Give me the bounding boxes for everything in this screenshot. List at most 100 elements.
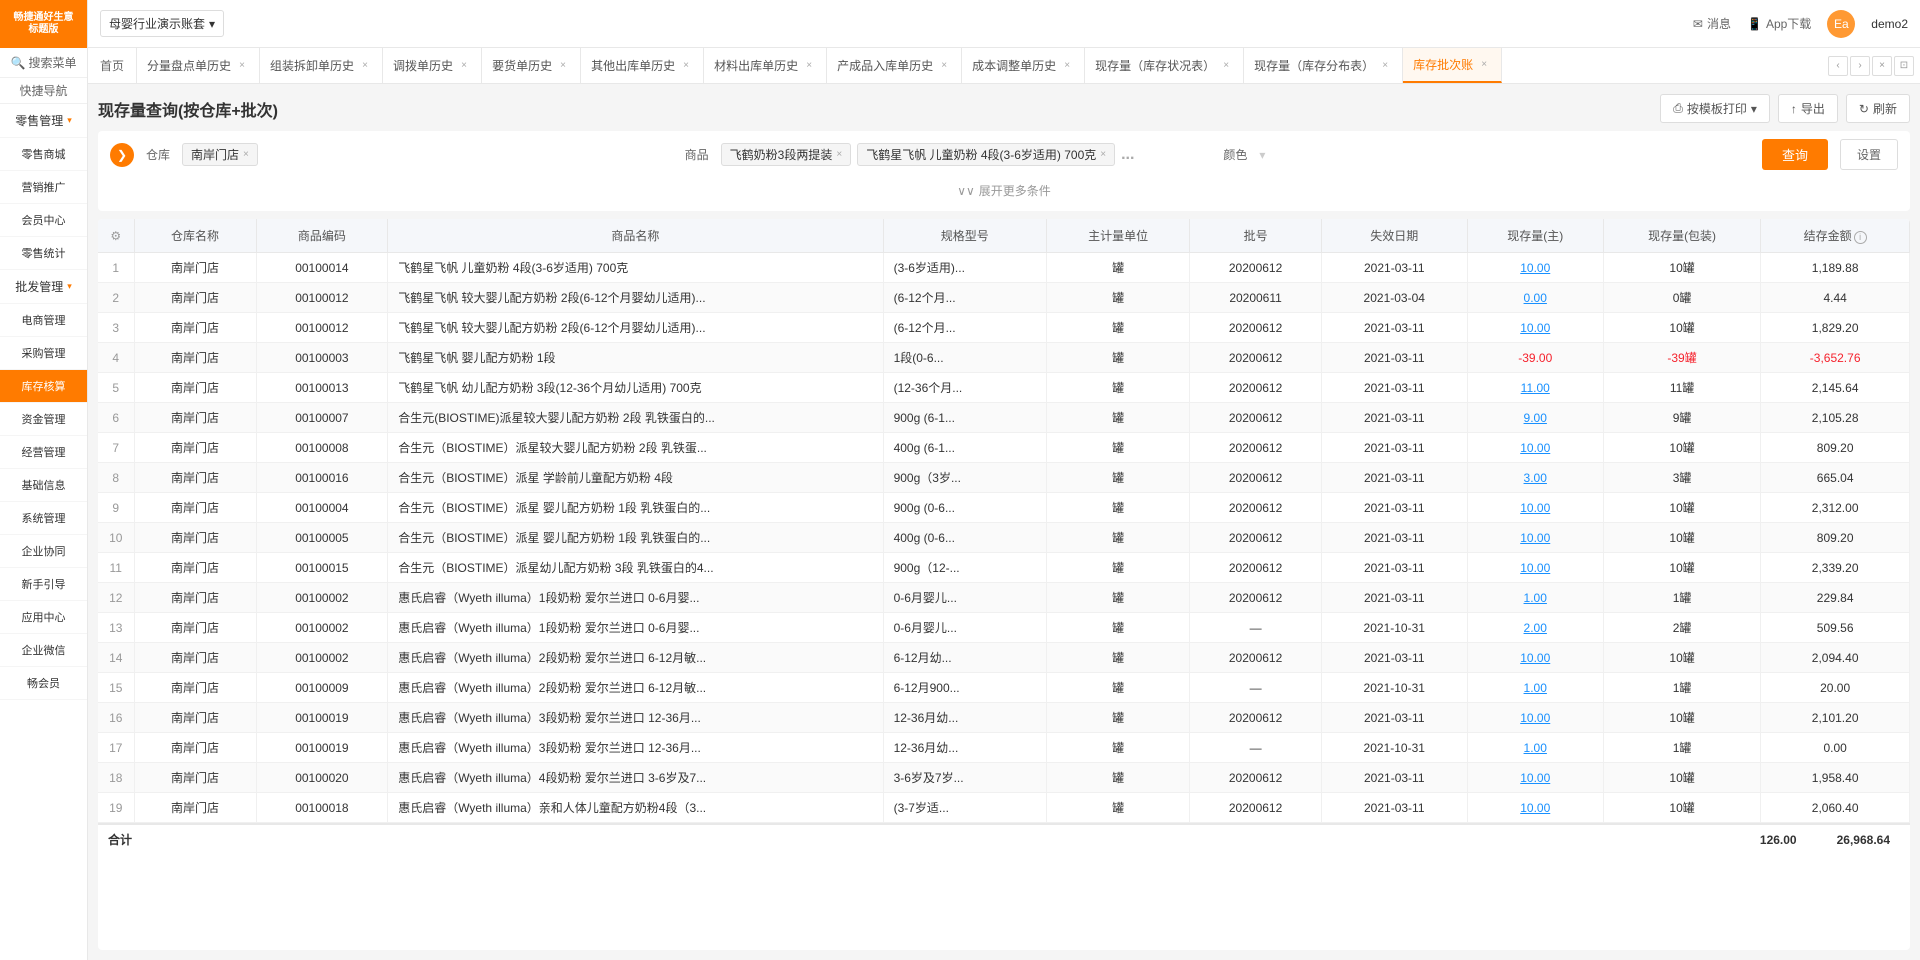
- tab-fullscreen-btn[interactable]: ⊡: [1894, 56, 1914, 76]
- cell-qty-main[interactable]: 10.00: [1467, 763, 1603, 793]
- cell-batch: 20200612: [1190, 373, 1322, 403]
- tab-prev-btn[interactable]: ‹: [1828, 56, 1848, 76]
- cell-qty-main[interactable]: 10.00: [1467, 253, 1603, 283]
- sidebar-item-system[interactable]: 系统管理: [0, 502, 87, 535]
- cell-qty-main[interactable]: 1.00: [1467, 673, 1603, 703]
- cell-qty-main[interactable]: 10.00: [1467, 793, 1603, 823]
- tab-order-close[interactable]: ×: [556, 59, 570, 73]
- product-tag-1-close[interactable]: ×: [836, 149, 842, 160]
- sidebar-item-operations[interactable]: 经营管理: [0, 436, 87, 469]
- sidebar-item-member2[interactable]: 畅会员: [0, 667, 87, 700]
- tab-next-btn[interactable]: ›: [1850, 56, 1870, 76]
- export-btn[interactable]: ↑ 导出: [1778, 94, 1838, 123]
- sidebar-item-procurement[interactable]: 采购管理: [0, 337, 87, 370]
- sidebar-item-marketing[interactable]: 营销推广: [0, 171, 87, 204]
- product-tags: 飞鹤奶粉3段两提装 × 飞鹤星飞帆 儿童奶粉 4段(3-6岁适用) 700克 ×…: [721, 143, 1212, 166]
- refresh-btn[interactable]: ↻ 刷新: [1846, 94, 1910, 123]
- cell-spec: 1段(0-6...: [883, 343, 1046, 373]
- filter-toggle-btn[interactable]: ❯: [110, 143, 134, 167]
- cell-unit: 罐: [1046, 343, 1189, 373]
- settings-col-icon[interactable]: ⚙: [110, 229, 121, 243]
- cell-qty-main[interactable]: 10.00: [1467, 523, 1603, 553]
- tab-stock2-close[interactable]: ×: [1378, 59, 1392, 73]
- cell-qty-main[interactable]: 1.00: [1467, 733, 1603, 763]
- query-btn[interactable]: 查询: [1762, 139, 1828, 170]
- tab-material-out-close[interactable]: ×: [802, 59, 816, 73]
- cell-qty-main[interactable]: 10.00: [1467, 313, 1603, 343]
- sidebar-item-enterprise-wechat[interactable]: 企业微信: [0, 634, 87, 667]
- tab-batch-close[interactable]: ×: [1477, 58, 1491, 72]
- sidebar-item-member[interactable]: 会员中心: [0, 204, 87, 237]
- cell-qty-main[interactable]: 10.00: [1467, 433, 1603, 463]
- sidebar-item-enterprise[interactable]: 企业协同: [0, 535, 87, 568]
- cell-expire: 2021-03-11: [1321, 403, 1467, 433]
- cell-qty-main[interactable]: 11.00: [1467, 373, 1603, 403]
- product-tag-2-close[interactable]: ×: [1100, 149, 1106, 160]
- template-print-btn[interactable]: ⎙ 按模板打印 ▾: [1660, 94, 1770, 123]
- sidebar-item-basicinfo[interactable]: 基础信息: [0, 469, 87, 502]
- tab-order[interactable]: 要货单历史 ×: [482, 48, 581, 83]
- quicknav-label: 快捷导航: [19, 84, 67, 98]
- cell-batch: 20200611: [1190, 283, 1322, 313]
- tab-disassemble-close[interactable]: ×: [358, 59, 372, 73]
- sidebar-item-retail-mgmt[interactable]: 零售管理 ▾: [0, 104, 87, 138]
- cell-qty-main[interactable]: 10.00: [1467, 553, 1603, 583]
- cell-qty-main[interactable]: 2.00: [1467, 613, 1603, 643]
- cell-qty-main[interactable]: 10.00: [1467, 493, 1603, 523]
- color-input[interactable]: ▾: [1259, 148, 1750, 162]
- tab-mix[interactable]: 调拨单历史 ×: [383, 48, 482, 83]
- tab-batch-account[interactable]: 库存批次账 ×: [1403, 48, 1502, 83]
- sidebar-item-retail-shop[interactable]: 零售商城: [0, 138, 87, 171]
- sidebar-item-inventory[interactable]: 库存核算: [0, 370, 87, 403]
- tab-other-out[interactable]: 其他出库单历史 ×: [581, 48, 704, 83]
- product-more[interactable]: ...: [1121, 146, 1134, 164]
- tab-stock1-close[interactable]: ×: [1219, 59, 1233, 73]
- cell-qty-main[interactable]: 10.00: [1467, 643, 1603, 673]
- tab-split-close[interactable]: ×: [235, 59, 249, 73]
- tab-mix-close[interactable]: ×: [457, 59, 471, 73]
- tab-disassemble[interactable]: 组装拆卸单历史 ×: [260, 48, 383, 83]
- cell-qty-main[interactable]: -39.00: [1467, 343, 1603, 373]
- sidebar-item-ecommerce[interactable]: 电商管理: [0, 304, 87, 337]
- tab-stock1-label: 现存量（库存状况表）: [1095, 57, 1215, 74]
- col-name: 商品名称: [388, 219, 883, 253]
- tab-material-out[interactable]: 材料出库单历史 ×: [704, 48, 827, 83]
- sidebar-item-finance[interactable]: 资金管理: [0, 403, 87, 436]
- sidebar-item-wholesale[interactable]: 批发管理 ▾: [0, 270, 87, 304]
- tab-cost-close[interactable]: ×: [1060, 59, 1074, 73]
- account-dropdown[interactable]: 母婴行业演示账套 ▾: [100, 10, 224, 37]
- username-label[interactable]: demo2: [1871, 17, 1908, 31]
- tab-product-in[interactable]: 产成品入库单历史 ×: [827, 48, 962, 83]
- sidebar-search[interactable]: 🔍 搜索菜单: [0, 48, 87, 78]
- cell-warehouse: 南岸门店: [134, 613, 256, 643]
- tab-product-in-close[interactable]: ×: [937, 59, 951, 73]
- tab-stock2[interactable]: 现存量（库存分布表） ×: [1244, 48, 1403, 83]
- sidebar-quicknav[interactable]: 快捷导航: [0, 78, 87, 104]
- cell-qty-main[interactable]: 1.00: [1467, 583, 1603, 613]
- cell-qty-main[interactable]: 0.00: [1467, 283, 1603, 313]
- tab-other-out-close[interactable]: ×: [679, 59, 693, 73]
- settings-btn[interactable]: 设置: [1840, 139, 1898, 170]
- cell-qty-main[interactable]: 10.00: [1467, 703, 1603, 733]
- cell-name: 合生元（BIOSTIME）派星较大婴儿配方奶粉 2段 乳铁蛋...: [388, 433, 883, 463]
- tab-close-all-btn[interactable]: ×: [1872, 56, 1892, 76]
- tab-home[interactable]: 首页: [88, 48, 137, 83]
- cell-code: 00100007: [256, 403, 388, 433]
- message-btn[interactable]: ✉ 消息: [1693, 15, 1731, 32]
- amount-info-icon[interactable]: i: [1854, 231, 1867, 244]
- cell-spec: 900g（12-...: [883, 553, 1046, 583]
- sidebar-item-retail-stats[interactable]: 零售统计: [0, 237, 87, 270]
- cell-expire: 2021-03-11: [1321, 703, 1467, 733]
- app-download-btn[interactable]: 📱 App下载: [1747, 15, 1811, 32]
- cell-qty-main[interactable]: 9.00: [1467, 403, 1603, 433]
- table-row: 5 南岸门店 00100013 飞鹤星飞帆 幼儿配方奶粉 3段(12-36个月幼…: [98, 373, 1910, 403]
- warehouse-tag-close[interactable]: ×: [243, 149, 249, 160]
- tab-split-inventory[interactable]: 分量盘点单历史 ×: [137, 48, 260, 83]
- sidebar-item-newguide[interactable]: 新手引导: [0, 568, 87, 601]
- tab-stock1[interactable]: 现存量（库存状况表） ×: [1085, 48, 1244, 83]
- tab-cost-adjust[interactable]: 成本调整单历史 ×: [962, 48, 1085, 83]
- expand-btn[interactable]: ∨∨ 展开更多条件: [110, 178, 1898, 203]
- cell-unit: 罐: [1046, 763, 1189, 793]
- cell-qty-main[interactable]: 3.00: [1467, 463, 1603, 493]
- sidebar-item-appcenter[interactable]: 应用中心: [0, 601, 87, 634]
